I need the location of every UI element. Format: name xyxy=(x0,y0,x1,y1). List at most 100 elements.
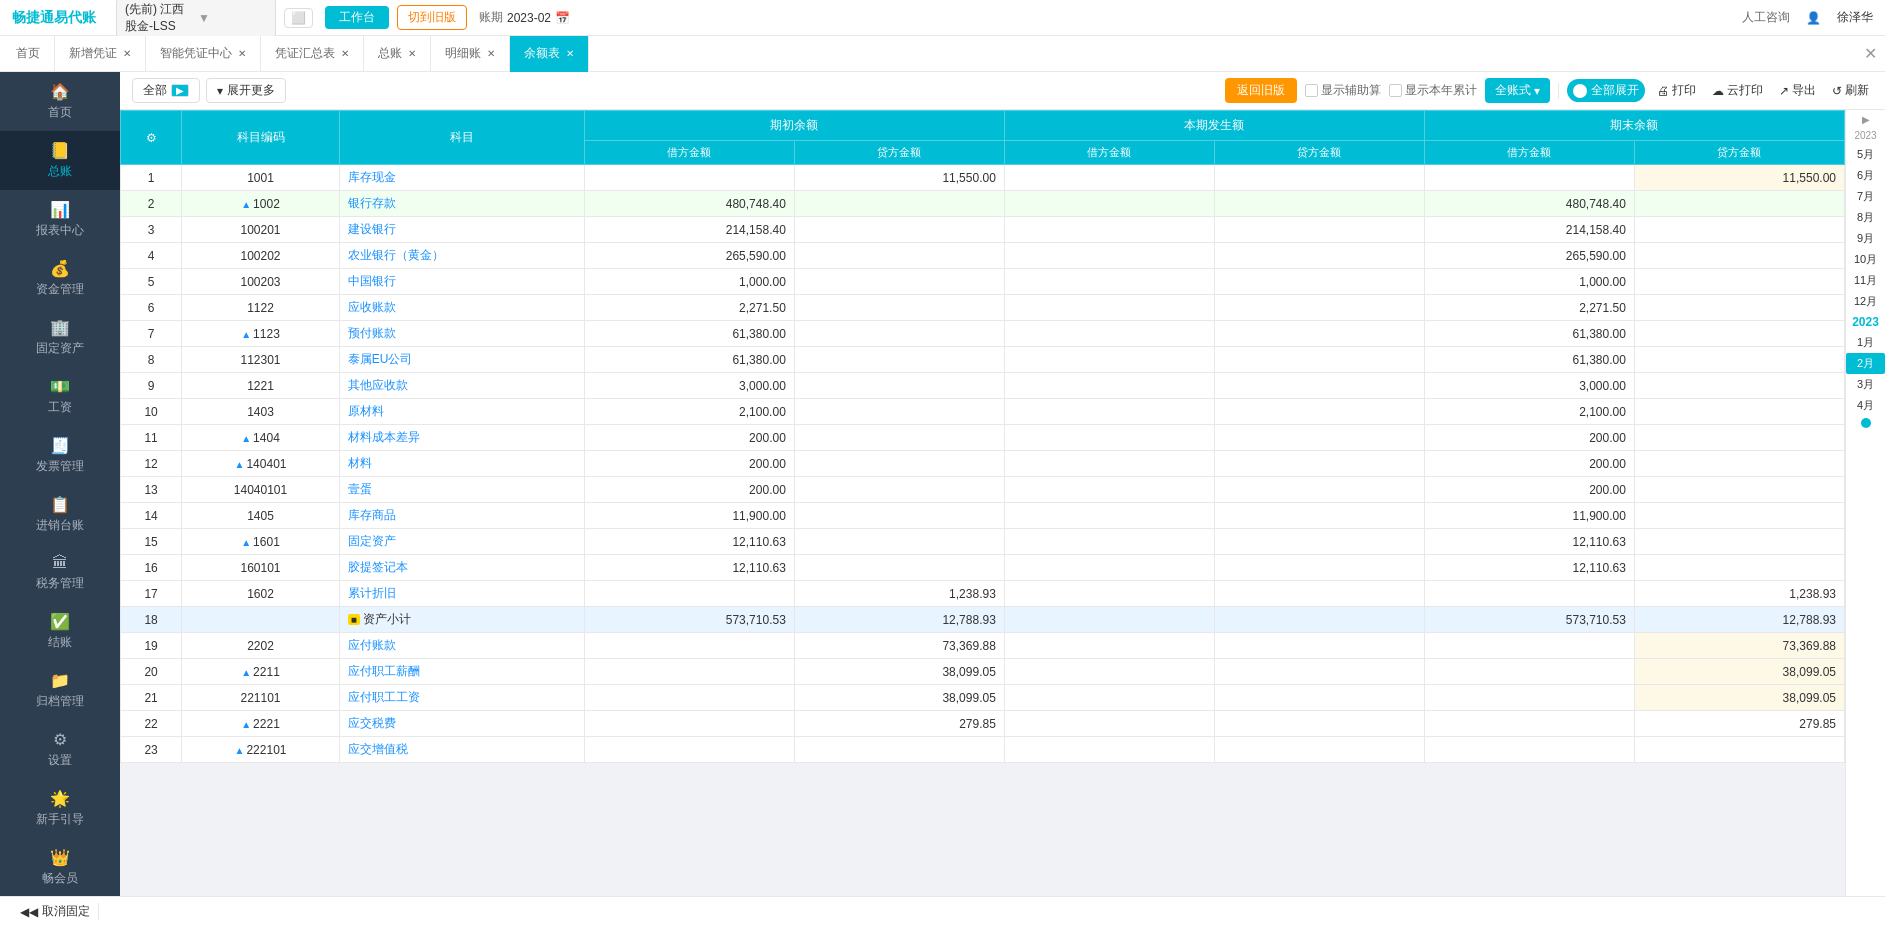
expand-arrow-icon[interactable]: ▲ xyxy=(235,745,245,756)
subject-cell[interactable]: 材料成本差异 xyxy=(339,425,584,451)
sidebar-item-home[interactable]: 🏠 首页 xyxy=(0,72,120,131)
cp-credit-cell xyxy=(1214,243,1424,269)
cancel-fixed-button[interactable]: ◀◀ 取消固定 xyxy=(12,903,99,920)
sidebar-item-ledger[interactable]: 📒 总账 xyxy=(0,131,120,190)
return-old-version-button[interactable]: 返回旧版 xyxy=(1225,78,1297,103)
export-button[interactable]: ↗ 导出 xyxy=(1775,82,1820,99)
cp-debit-cell xyxy=(1004,217,1214,243)
style-button[interactable]: 全账式 ▾ xyxy=(1485,78,1550,103)
close-icon[interactable]: ✕ xyxy=(341,48,349,59)
sidebar-item-close[interactable]: ✅ 结账 xyxy=(0,602,120,661)
right-month-1[interactable]: 1月 xyxy=(1846,332,1885,353)
subject-cell[interactable]: 建设银行 xyxy=(339,217,584,243)
tab-detail-ledger[interactable]: 明细账✕ xyxy=(431,36,510,72)
right-month-5[interactable]: 5月 xyxy=(1846,144,1885,165)
subject-cell[interactable]: 累计折旧 xyxy=(339,581,584,607)
expand-arrow-icon[interactable]: ▲ xyxy=(241,719,251,730)
right-month-7[interactable]: 7月 xyxy=(1846,186,1885,207)
subject-cell[interactable]: 农业银行（黄金） xyxy=(339,243,584,269)
right-panel-collapse-arrow[interactable]: ▶ xyxy=(1862,114,1870,125)
company-selector[interactable]: (先前) 江西股金-LSS ▼ xyxy=(116,0,276,38)
right-month-11[interactable]: 11月 xyxy=(1846,270,1885,291)
sidebar-item-fixed-assets[interactable]: 🏢 固定资产 xyxy=(0,308,120,367)
pb-credit-cell xyxy=(794,321,1004,347)
tab-home[interactable]: 首页 xyxy=(8,36,55,72)
expand-arrow-icon[interactable]: ▲ xyxy=(241,537,251,548)
show-aux-checkbox[interactable]: 显示辅助算 xyxy=(1305,82,1381,99)
subject-cell[interactable]: 应交增值税 xyxy=(339,737,584,763)
year-checkbox-box[interactable] xyxy=(1389,84,1402,97)
copy-button[interactable]: ⬜ xyxy=(284,8,313,28)
close-icon[interactable]: ✕ xyxy=(123,48,131,59)
expand-arrow-icon[interactable]: ▲ xyxy=(241,199,251,210)
table-row: 14 1405 库存商品 11,900.00 11,900.00 xyxy=(121,503,1845,529)
right-month-2-active[interactable]: 2月 xyxy=(1846,353,1885,374)
close-icon[interactable]: ✕ xyxy=(408,48,416,59)
subject-cell[interactable]: 库存商品 xyxy=(339,503,584,529)
tab-add-voucher[interactable]: 新增凭证✕ xyxy=(55,36,146,72)
right-month-12[interactable]: 12月 xyxy=(1846,291,1885,312)
right-month-6[interactable]: 6月 xyxy=(1846,165,1885,186)
right-month-3[interactable]: 3月 xyxy=(1846,374,1885,395)
subject-cell[interactable]: 中国银行 xyxy=(339,269,584,295)
all-filter-arrow[interactable]: ▶ xyxy=(171,84,189,97)
subject-cell[interactable]: 泰属EU公司 xyxy=(339,347,584,373)
expand-all-toggle[interactable]: 全部展开 xyxy=(1567,79,1645,102)
calendar-icon[interactable]: 📅 xyxy=(555,11,570,25)
refresh-button[interactable]: ↺ 刷新 xyxy=(1828,82,1873,99)
switch-version-button[interactable]: 切到旧版 xyxy=(397,5,467,30)
subject-cell[interactable]: 应付职工工资 xyxy=(339,685,584,711)
all-filter-button[interactable]: 全部 ▶ xyxy=(132,78,200,103)
sidebar-item-vip[interactable]: 👑 畅会员 xyxy=(0,838,120,896)
expand-arrow-icon[interactable]: ▲ xyxy=(241,433,251,444)
subject-cell[interactable]: 原材料 xyxy=(339,399,584,425)
tab-smart-voucher[interactable]: 智能凭证中心✕ xyxy=(146,36,261,72)
subject-cell[interactable]: 库存现金 xyxy=(339,165,584,191)
work-button[interactable]: 工作台 xyxy=(325,6,389,29)
aux-checkbox-box[interactable] xyxy=(1305,84,1318,97)
close-all-tabs[interactable]: ✕ xyxy=(1864,44,1877,63)
right-month-4[interactable]: 4月 xyxy=(1846,395,1885,416)
right-month-9[interactable]: 9月 xyxy=(1846,228,1885,249)
expand-arrow-icon[interactable]: ▲ xyxy=(241,667,251,678)
subject-cell[interactable]: 应付职工薪酬 xyxy=(339,659,584,685)
subject-cell[interactable]: 固定资产 xyxy=(339,529,584,555)
print-button[interactable]: 🖨 打印 xyxy=(1653,82,1700,99)
subject-cell[interactable]: 壹蛋 xyxy=(339,477,584,503)
subject-cell[interactable]: 其他应收款 xyxy=(339,373,584,399)
subject-cell[interactable]: 胶提签记本 xyxy=(339,555,584,581)
tab-voucher-summary[interactable]: 凭证汇总表✕ xyxy=(261,36,364,72)
sidebar-item-purchase-sales[interactable]: 📋 进销台账 xyxy=(0,485,120,544)
sidebar-item-funds[interactable]: 💰 资金管理 xyxy=(0,249,120,308)
subject-cell[interactable]: 材料 xyxy=(339,451,584,477)
close-icon[interactable]: ✕ xyxy=(238,48,246,59)
right-month-8[interactable]: 8月 xyxy=(1846,207,1885,228)
subject-cell[interactable]: 应付账款 xyxy=(339,633,584,659)
ai-consult-link[interactable]: 人工咨询 xyxy=(1742,9,1790,26)
expand-more-button[interactable]: ▾ 展开更多 xyxy=(206,78,286,103)
sidebar-item-salary[interactable]: 💵 工资 xyxy=(0,367,120,426)
cloud-print-button[interactable]: ☁ 云打印 xyxy=(1708,82,1767,99)
close-icon[interactable]: ✕ xyxy=(487,48,495,59)
subject-cell[interactable]: 银行存款 xyxy=(339,191,584,217)
settings-col-header[interactable]: ⚙ xyxy=(121,111,182,165)
code-cell: 100203 xyxy=(182,269,340,295)
sidebar-item-settings[interactable]: ⚙ 设置 xyxy=(0,720,120,779)
sidebar-item-invoice[interactable]: 🧾 发票管理 xyxy=(0,426,120,485)
expand-arrow-icon[interactable]: ▲ xyxy=(241,329,251,340)
subject-cell[interactable]: 应收账款 xyxy=(339,295,584,321)
expand-arrow-icon[interactable]: ▲ xyxy=(235,459,245,470)
close-icon[interactable]: ✕ xyxy=(566,48,574,59)
right-month-10[interactable]: 10月 xyxy=(1846,249,1885,270)
subject-cell[interactable]: 预付账款 xyxy=(339,321,584,347)
sidebar-item-guide[interactable]: 🌟 新手引导 xyxy=(0,779,120,838)
tab-general-ledger[interactable]: 总账✕ xyxy=(364,36,431,72)
table-row: 21 221101 应付职工工资 38,099.05 38,099.05 xyxy=(121,685,1845,711)
subject-cell[interactable]: 应交税费 xyxy=(339,711,584,737)
tab-balance[interactable]: 余额表✕ xyxy=(510,36,589,72)
sidebar-item-reports[interactable]: 📊 报表中心 xyxy=(0,190,120,249)
sidebar-item-tax[interactable]: 🏛 税务管理 xyxy=(0,544,120,602)
show-year-checkbox[interactable]: 显示本年累计 xyxy=(1389,82,1477,99)
sidebar-item-archive[interactable]: 📁 归档管理 xyxy=(0,661,120,720)
pb-credit-cell xyxy=(794,295,1004,321)
